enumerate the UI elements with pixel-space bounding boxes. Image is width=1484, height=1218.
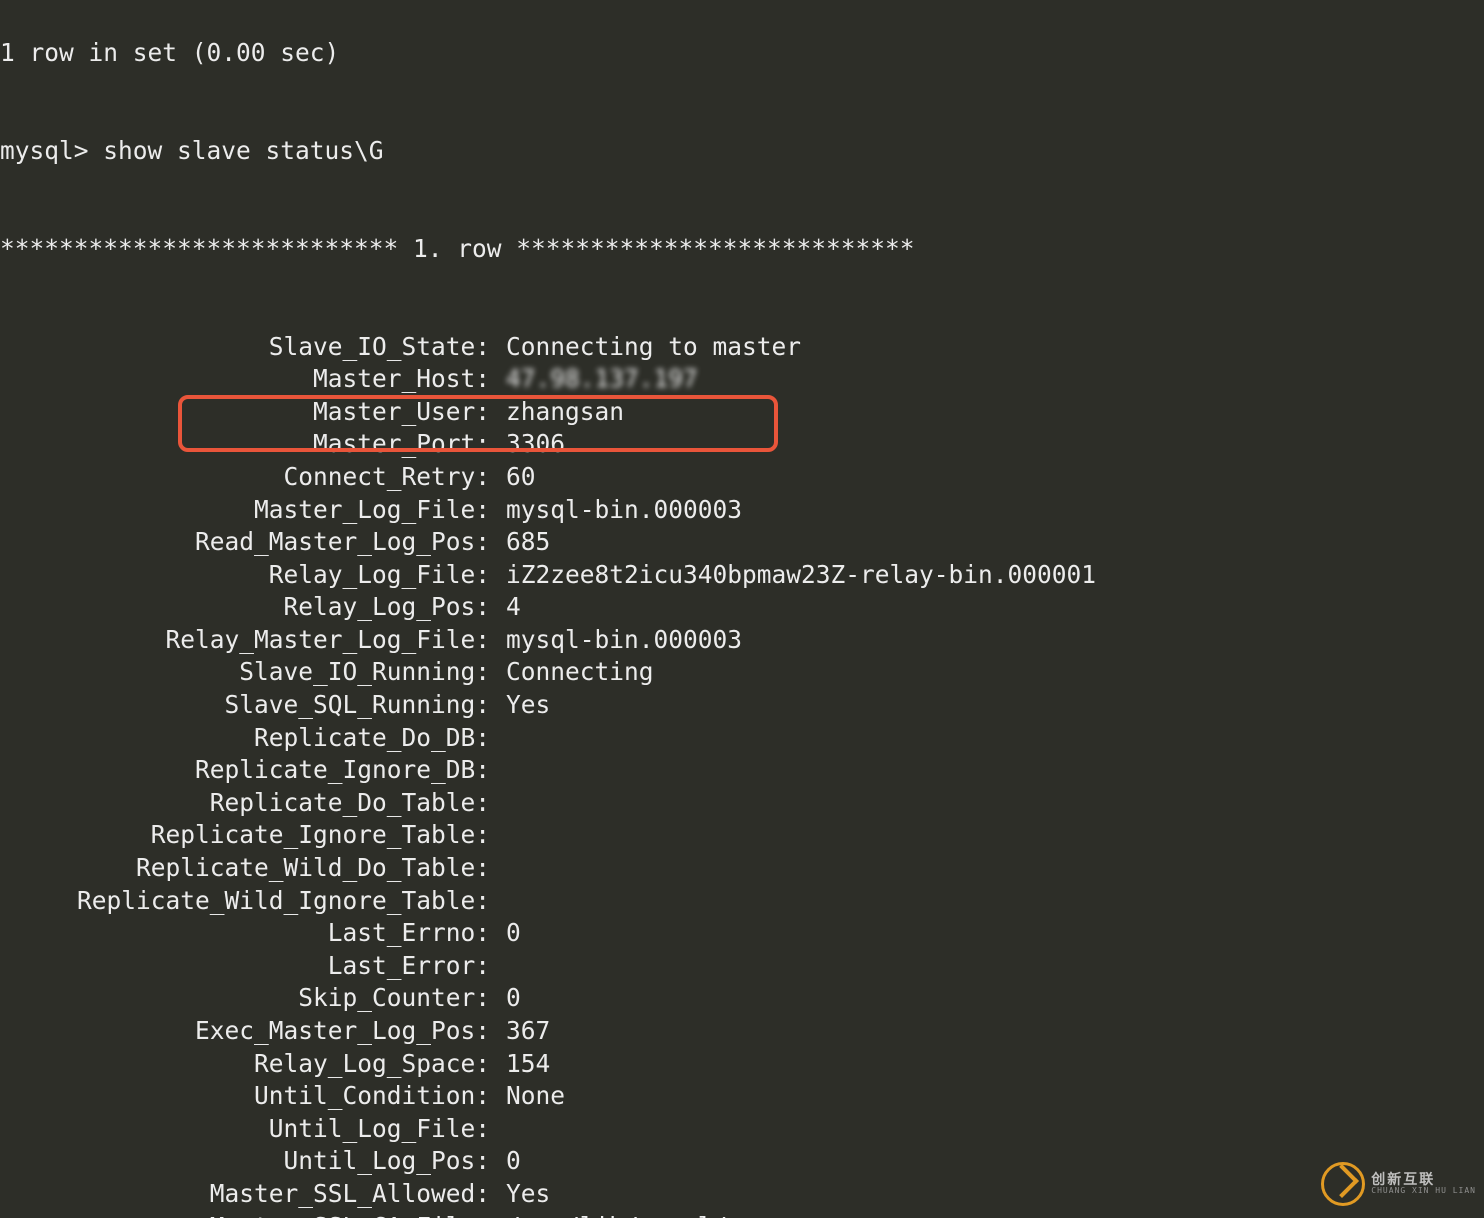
status-row: Replicate_Wild_Do_Table: bbox=[0, 852, 1484, 885]
field-value: zhangsan bbox=[490, 396, 624, 429]
field-label: Master_Host: bbox=[0, 363, 490, 396]
field-label: Master_User: bbox=[0, 396, 490, 429]
field-label: Until_Log_File: bbox=[0, 1113, 490, 1146]
watermark-text-main: 创新互联 bbox=[1371, 1173, 1476, 1187]
status-row: Until_Log_Pos:0 bbox=[0, 1145, 1484, 1178]
status-row: Relay_Log_File:iZ2zee8t2icu340bpmaw23Z-r… bbox=[0, 559, 1484, 592]
status-row: Exec_Master_Log_Pos:367 bbox=[0, 1015, 1484, 1048]
status-row: Replicate_Wild_Ignore_Table: bbox=[0, 885, 1484, 918]
terminal-output: 1 row in set (0.00 sec) mysql> show slav… bbox=[0, 0, 1484, 1218]
field-value: Yes bbox=[490, 689, 550, 722]
field-label: Skip_Counter: bbox=[0, 982, 490, 1015]
status-row: Slave_IO_State:Connecting to master bbox=[0, 331, 1484, 364]
status-row: Master_Log_File:mysql-bin.000003 bbox=[0, 494, 1484, 527]
field-value bbox=[490, 1113, 506, 1146]
status-row: Master_SSL_Allowed:Yes bbox=[0, 1178, 1484, 1211]
field-label: Relay_Log_Space: bbox=[0, 1048, 490, 1081]
field-value: 0 bbox=[490, 917, 521, 950]
field-value: 0 bbox=[490, 982, 521, 1015]
status-row: Replicate_Do_Table: bbox=[0, 787, 1484, 820]
field-label: Read_Master_Log_Pos: bbox=[0, 526, 490, 559]
status-row: Last_Errno:0 bbox=[0, 917, 1484, 950]
status-row: Slave_SQL_Running:Yes bbox=[0, 689, 1484, 722]
field-value: 685 bbox=[490, 526, 550, 559]
field-value bbox=[490, 950, 506, 983]
field-label: Slave_IO_State: bbox=[0, 331, 490, 364]
status-row: Replicate_Ignore_Table: bbox=[0, 819, 1484, 852]
status-row: Master_Host:47.98.137.197 bbox=[0, 363, 1484, 396]
field-label: Until_Condition: bbox=[0, 1080, 490, 1113]
field-label: Relay_Master_Log_File: bbox=[0, 624, 490, 657]
field-value: mysql-bin.000003 bbox=[490, 624, 742, 657]
field-label: Replicate_Wild_Ignore_Table: bbox=[0, 885, 490, 918]
field-value bbox=[490, 754, 506, 787]
field-value bbox=[490, 722, 506, 755]
status-row: Master_Port:3306 bbox=[0, 428, 1484, 461]
watermark-logo-icon bbox=[1321, 1162, 1365, 1206]
field-label: Replicate_Do_Table: bbox=[0, 787, 490, 820]
status-row: Relay_Log_Pos:4 bbox=[0, 591, 1484, 624]
status-row: Relay_Master_Log_File:mysql-bin.000003 bbox=[0, 624, 1484, 657]
field-label: Replicate_Ignore_Table: bbox=[0, 819, 490, 852]
field-value: 0 bbox=[490, 1145, 521, 1178]
prev-output-fragment: 1 row in set (0.00 sec) bbox=[0, 37, 339, 70]
field-label: Last_Errno: bbox=[0, 917, 490, 950]
field-value: 60 bbox=[490, 461, 536, 494]
field-label: Slave_SQL_Running: bbox=[0, 689, 490, 722]
field-label: Relay_Log_File: bbox=[0, 559, 490, 592]
status-row: Replicate_Do_DB: bbox=[0, 722, 1484, 755]
field-value: 3306 bbox=[490, 428, 565, 461]
watermark: 创新互联 CHUANG XIN HU LIAN bbox=[1321, 1162, 1476, 1206]
field-label: Master_SSL_Allowed: bbox=[0, 1178, 490, 1211]
status-row: Until_Log_File: bbox=[0, 1113, 1484, 1146]
row-separator: *************************** 1. row *****… bbox=[0, 233, 915, 266]
field-label: Exec_Master_Log_Pos: bbox=[0, 1015, 490, 1048]
field-value: Yes bbox=[490, 1178, 550, 1211]
field-label: Replicate_Do_DB: bbox=[0, 722, 490, 755]
field-value bbox=[490, 885, 506, 918]
field-label: Master_SSL_CA_File: bbox=[0, 1211, 490, 1218]
status-row: Master_SSL_CA_File:/var/lib/mysql/ca.pem bbox=[0, 1211, 1484, 1218]
status-row: Replicate_Ignore_DB: bbox=[0, 754, 1484, 787]
field-label: Relay_Log_Pos: bbox=[0, 591, 490, 624]
field-label: Replicate_Ignore_DB: bbox=[0, 754, 490, 787]
field-value: 154 bbox=[490, 1048, 550, 1081]
field-value bbox=[490, 787, 506, 820]
field-value: mysql-bin.000003 bbox=[490, 494, 742, 527]
status-row: Master_User:zhangsan bbox=[0, 396, 1484, 429]
status-row: Last_Error: bbox=[0, 950, 1484, 983]
status-row: Relay_Log_Space:154 bbox=[0, 1048, 1484, 1081]
field-value: /var/lib/mysql/ca.pem bbox=[490, 1211, 816, 1218]
status-row: Slave_IO_Running:Connecting bbox=[0, 656, 1484, 689]
field-value: None bbox=[490, 1080, 565, 1113]
mysql-prompt: mysql> bbox=[0, 135, 89, 168]
field-value: 4 bbox=[490, 591, 521, 624]
field-value: 367 bbox=[490, 1015, 550, 1048]
watermark-text-sub: CHUANG XIN HU LIAN bbox=[1371, 1187, 1476, 1195]
field-label: Last_Error: bbox=[0, 950, 490, 983]
field-value: 47.98.137.197 bbox=[490, 363, 698, 396]
field-value: Connecting bbox=[490, 656, 654, 689]
field-label: Connect_Retry: bbox=[0, 461, 490, 494]
field-value bbox=[490, 852, 506, 885]
status-row: Skip_Counter:0 bbox=[0, 982, 1484, 1015]
field-label: Master_Port: bbox=[0, 428, 490, 461]
field-label: Master_Log_File: bbox=[0, 494, 490, 527]
field-label: Until_Log_Pos: bbox=[0, 1145, 490, 1178]
status-row: Connect_Retry:60 bbox=[0, 461, 1484, 494]
field-value bbox=[490, 819, 506, 852]
field-label: Replicate_Wild_Do_Table: bbox=[0, 852, 490, 885]
field-value: Connecting to master bbox=[490, 331, 801, 364]
status-row: Read_Master_Log_Pos:685 bbox=[0, 526, 1484, 559]
mysql-command[interactable]: show slave status\G bbox=[103, 135, 383, 168]
status-row: Until_Condition:None bbox=[0, 1080, 1484, 1113]
field-value: iZ2zee8t2icu340bpmaw23Z-relay-bin.000001 bbox=[490, 559, 1096, 592]
field-label: Slave_IO_Running: bbox=[0, 656, 490, 689]
